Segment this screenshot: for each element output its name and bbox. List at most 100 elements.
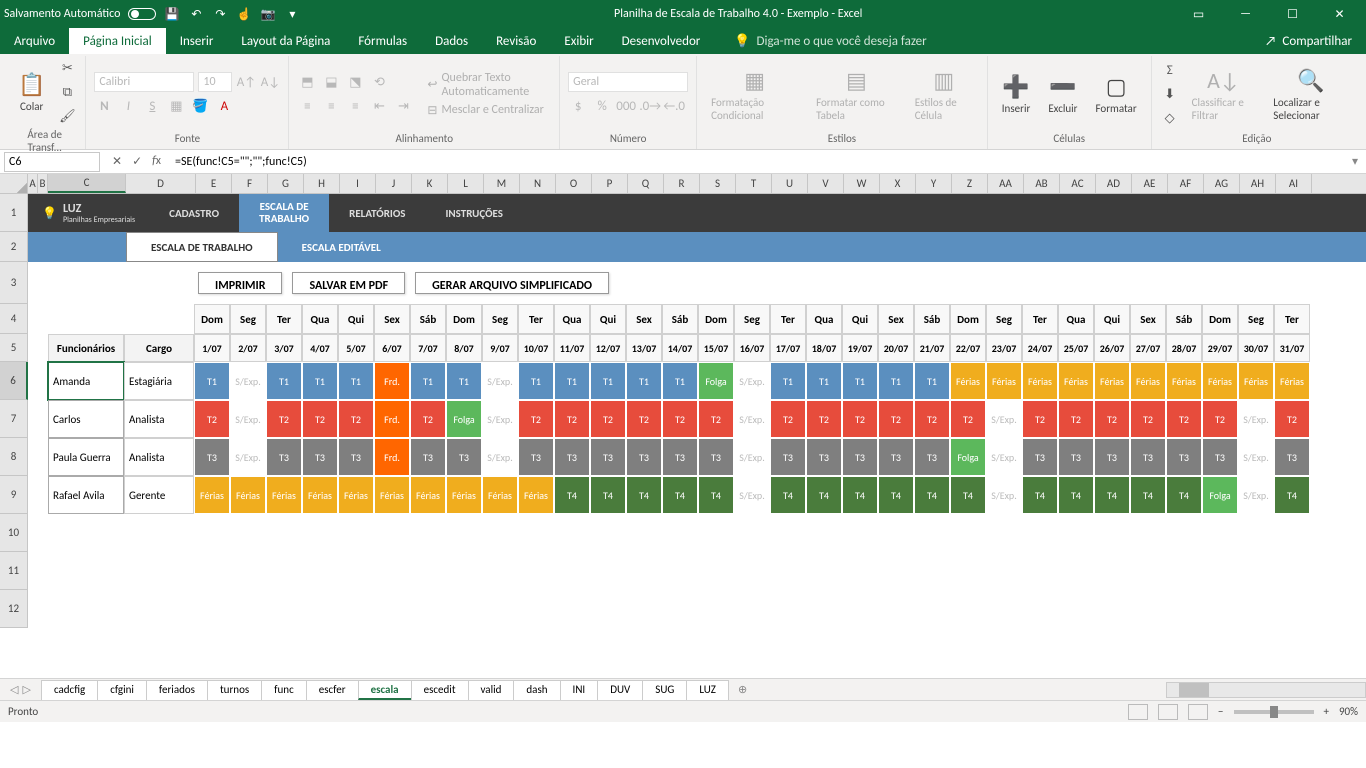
cancel-formula-icon[interactable]: ✕ [112,154,122,169]
col-header-Y[interactable]: Y [916,174,952,193]
row-header-8[interactable]: 8 [0,438,28,476]
schedule-cell[interactable]: T2 [590,400,626,438]
schedule-cell[interactable]: T4 [878,476,914,514]
indent-dec-icon[interactable]: ⇤ [369,96,389,116]
zoom-slider[interactable] [1234,710,1314,714]
schedule-cell[interactable]: T3 [698,438,734,476]
comma-icon[interactable]: 000 [616,96,636,116]
merge-label[interactable]: Mesclar e Centralizar [441,103,543,117]
qat-more-icon[interactable]: ▾ [284,6,300,22]
align-top-icon[interactable]: ⬒ [297,72,317,92]
schedule-cell[interactable]: S/Exp. [482,362,518,400]
schedule-cell[interactable]: Férias [410,476,446,514]
inc-decimal-icon[interactable]: .0→ [640,96,660,116]
cargo-cell[interactable]: Analista [124,438,194,476]
col-header-V[interactable]: V [808,174,844,193]
schedule-cell[interactable]: T3 [266,438,302,476]
col-header-AI[interactable]: AI [1276,174,1312,193]
schedule-cell[interactable]: Folga [950,438,986,476]
row-header-9[interactable]: 9 [0,476,28,514]
col-header-T[interactable]: T [736,174,772,193]
schedule-cell[interactable]: T4 [1094,476,1130,514]
row-header-6[interactable]: 6 [0,362,28,400]
schedule-cell[interactable]: T1 [806,362,842,400]
schedule-cell[interactable]: T3 [626,438,662,476]
sheet-tab-turnos[interactable]: turnos [207,680,262,700]
wrap-text-label[interactable]: Quebrar Texto Automaticamente [441,71,551,99]
tab-file[interactable]: Arquivo [0,28,69,54]
schedule-cell[interactable]: T1 [338,362,374,400]
schedule-cell[interactable]: T1 [194,362,230,400]
italic-icon[interactable]: I [118,96,138,116]
schedule-cell[interactable]: T4 [770,476,806,514]
formula-input[interactable]: =SE(func!C5="";"";func!C5) [169,155,1344,169]
schedule-cell[interactable]: T2 [842,400,878,438]
schedule-cell[interactable]: S/Exp. [482,400,518,438]
schedule-cell[interactable]: T3 [194,438,230,476]
col-header-A[interactable]: A [28,174,38,193]
schedule-cell[interactable]: T3 [554,438,590,476]
schedule-cell[interactable]: Férias [1166,362,1202,400]
schedule-cell[interactable]: T4 [1130,476,1166,514]
autosave-toggle[interactable] [128,8,156,20]
schedule-cell[interactable]: T2 [1202,400,1238,438]
schedule-cell[interactable]: Frd. [374,438,410,476]
row-header-4[interactable]: 4 [0,304,28,334]
employee-name-cell[interactable]: Rafael Avila [48,476,124,514]
col-header-L[interactable]: L [448,174,484,193]
cargo-cell[interactable]: Estagiária [124,362,194,400]
insert-cells-button[interactable]: ➕Inserir [996,71,1037,117]
schedule-cell[interactable]: T2 [770,400,806,438]
schedule-cell[interactable]: Férias [446,476,482,514]
schedule-cell[interactable]: Folga [1202,476,1238,514]
schedule-cell[interactable]: T3 [518,438,554,476]
schedule-cell[interactable]: T4 [1022,476,1058,514]
schedule-cell[interactable]: T2 [914,400,950,438]
schedule-cell[interactable]: T3 [878,438,914,476]
schedule-cell[interactable]: T3 [410,438,446,476]
schedule-cell[interactable]: T1 [878,362,914,400]
horizontal-scrollbar[interactable] [1166,682,1366,698]
col-header-AE[interactable]: AE [1132,174,1168,193]
tab-data[interactable]: Dados [421,28,482,54]
schedule-cell[interactable]: S/Exp. [230,438,266,476]
schedule-cell[interactable]: S/Exp. [1238,438,1274,476]
schedule-cell[interactable]: T1 [302,362,338,400]
col-header-AB[interactable]: AB [1024,174,1060,193]
schedule-cell[interactable]: T3 [770,438,806,476]
cond-format-button[interactable]: ▦Formatação Condicional [705,65,804,124]
col-header-P[interactable]: P [592,174,628,193]
col-header-F[interactable]: F [232,174,268,193]
nav-instrucoes[interactable]: INSTRUÇÕES [426,194,523,232]
schedule-cell[interactable]: T3 [1022,438,1058,476]
tab-formulas[interactable]: Fórmulas [344,28,421,54]
col-header-O[interactable]: O [556,174,592,193]
sheet-tab-LUZ[interactable]: LUZ [686,680,729,700]
schedule-cell[interactable]: T4 [842,476,878,514]
redo-icon[interactable]: ↷ [212,6,228,22]
schedule-cell[interactable]: Férias [266,476,302,514]
tab-prev-icon[interactable]: ◁ [10,683,18,696]
schedule-cell[interactable]: T2 [1274,400,1310,438]
schedule-cell[interactable]: T3 [662,438,698,476]
col-header-B[interactable]: B [38,174,48,193]
schedule-cell[interactable]: Férias [1202,362,1238,400]
col-header-M[interactable]: M [484,174,520,193]
ribbon-options-icon[interactable]: ▭ [1176,0,1221,28]
font-color-icon[interactable]: A [214,96,234,116]
cargo-cell[interactable]: Analista [124,400,194,438]
autosum-icon[interactable]: Σ [1160,60,1180,80]
expand-formula-icon[interactable]: ▾ [1344,154,1366,169]
schedule-cell[interactable]: T1 [842,362,878,400]
schedule-cell[interactable]: Férias [1058,362,1094,400]
schedule-cell[interactable]: S/Exp. [986,438,1022,476]
row-header-10[interactable]: 10 [0,514,28,552]
number-format-combo[interactable]: Geral [568,72,688,92]
schedule-cell[interactable]: T2 [1022,400,1058,438]
schedule-cell[interactable]: T3 [842,438,878,476]
schedule-cell[interactable]: Frd. [374,400,410,438]
align-left-icon[interactable]: ≡ [297,96,317,116]
schedule-cell[interactable]: Férias [1274,362,1310,400]
col-header-E[interactable]: E [196,174,232,193]
fx-icon[interactable]: fx [152,154,161,169]
